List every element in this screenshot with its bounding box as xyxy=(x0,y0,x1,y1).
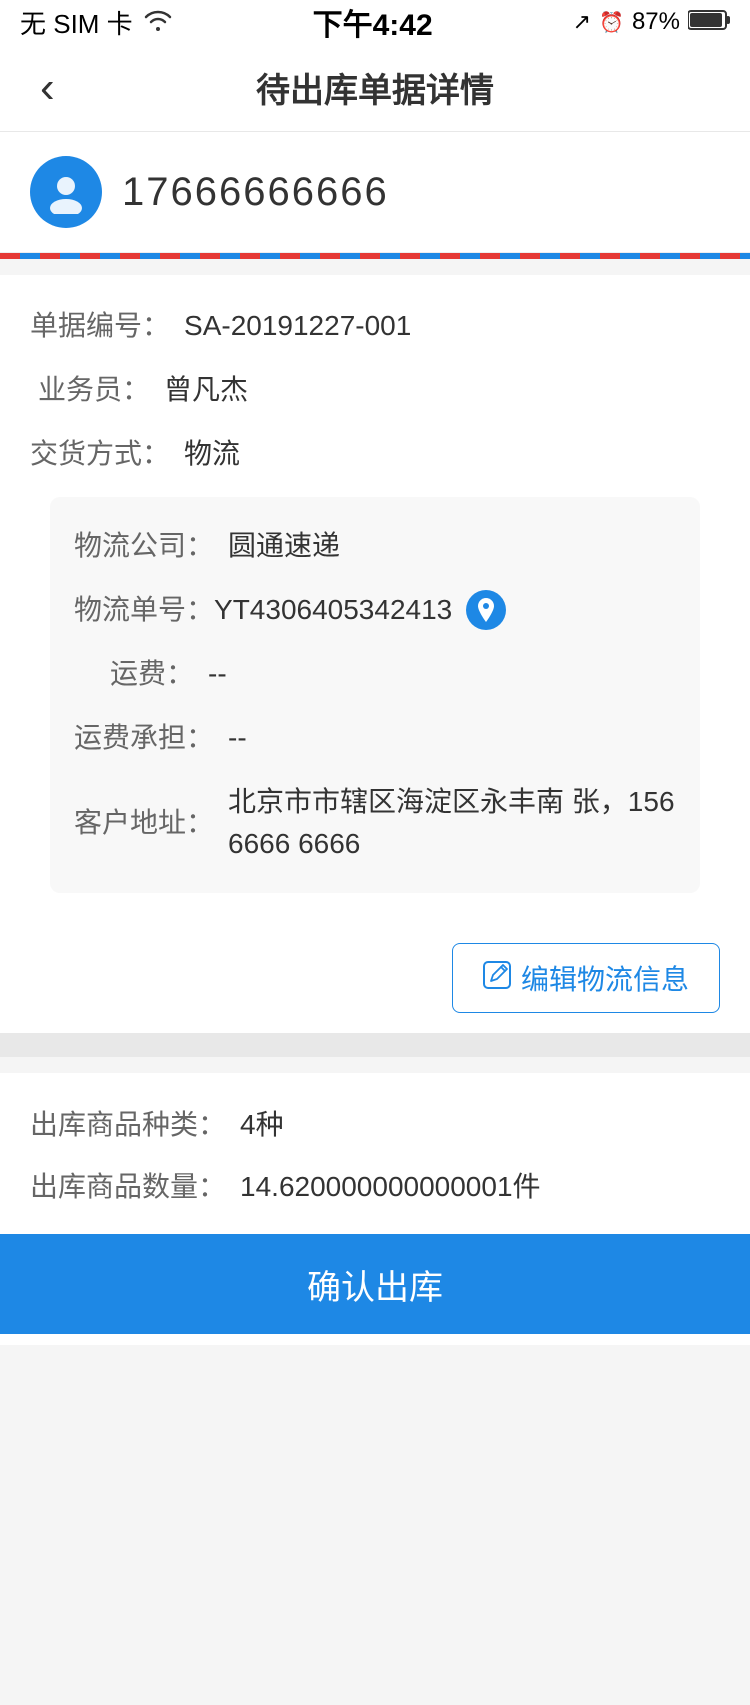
goods-section: 出库商品种类： 4种 出库商品数量： 14.620000000000001件 xyxy=(0,1073,750,1235)
back-button[interactable]: ‹ xyxy=(30,53,65,123)
freight-bear-label: 运费承担： xyxy=(74,717,214,759)
edit-logistics-button[interactable]: 编辑物流信息 xyxy=(452,943,720,1013)
salesman-value: 曾凡杰 xyxy=(164,369,720,411)
address-value: 北京市市辖区海淀区永丰南 张，156 6666 6666 xyxy=(228,781,676,865)
goods-quantity-row: 出库商品数量： 14.620000000000001件 xyxy=(30,1165,720,1205)
freight-bear-value: -- xyxy=(228,717,676,759)
delivery-label: 交货方式： xyxy=(30,433,170,475)
logistics-tracking-label: 物流单号： xyxy=(74,589,214,631)
section-separator xyxy=(0,1041,750,1057)
tracking-row: YT4306405342413 xyxy=(214,589,506,631)
battery-text: 87% xyxy=(632,8,680,36)
confirm-button[interactable]: 确认出库 xyxy=(0,1234,750,1334)
salesman-label: 业务员： xyxy=(30,369,150,411)
dashed-separator xyxy=(0,253,750,259)
salesman-row: 业务员： 曾凡杰 xyxy=(30,369,720,411)
logistics-tracking-value: YT4306405342413 xyxy=(214,589,452,631)
logistics-company-value: 圆通速递 xyxy=(228,525,676,567)
logistics-card: 物流公司： 圆通速递 物流单号： YT4306405342413 运费： xyxy=(50,497,700,893)
status-left: 无 SIM 卡 xyxy=(20,4,173,41)
freight-bear-row: 运费承担： -- xyxy=(74,717,676,759)
freight-label: 运费： xyxy=(74,653,194,695)
status-time: 下午4:42 xyxy=(313,0,433,44)
address-row: 客户地址： 北京市市辖区海淀区永丰南 张，156 6666 6666 xyxy=(74,781,676,865)
document-number-row: 单据编号： SA-20191227-001 xyxy=(30,305,720,347)
location-icon: ↗ xyxy=(573,9,591,35)
document-number-label: 单据编号： xyxy=(30,305,170,347)
freight-value: -- xyxy=(208,653,676,695)
nav-bar: ‹ 待出库单据详情 xyxy=(0,44,750,132)
freight-row: 运费： -- xyxy=(74,653,676,695)
delivery-value: 物流 xyxy=(184,433,720,475)
document-number-value: SA-20191227-001 xyxy=(184,305,720,347)
goods-types-row: 出库商品种类： 4种 xyxy=(30,1103,720,1143)
alarm-icon: ⏰ xyxy=(599,10,624,35)
status-right: ↗ ⏰ 87% xyxy=(573,7,730,38)
empty-area xyxy=(0,1345,750,1605)
logistics-company-row: 物流公司： 圆通速递 xyxy=(74,525,676,567)
location-pin-icon[interactable] xyxy=(466,590,506,630)
edit-button-label: 编辑物流信息 xyxy=(521,958,689,998)
address-label: 客户地址： xyxy=(74,802,214,844)
page-title: 待出库单据详情 xyxy=(256,63,494,112)
battery-icon xyxy=(688,7,730,38)
goods-types-value: 4种 xyxy=(240,1103,284,1143)
edit-button-container: 编辑物流信息 xyxy=(0,923,750,1041)
logistics-company-label: 物流公司： xyxy=(74,525,214,567)
goods-types-label: 出库商品种类： xyxy=(30,1103,226,1143)
user-phone: 17666666666 xyxy=(122,170,389,215)
wifi-icon xyxy=(143,7,173,38)
goods-quantity-label: 出库商品数量： xyxy=(30,1165,226,1205)
status-bar: 无 SIM 卡 下午4:42 ↗ ⏰ 87% xyxy=(0,0,750,44)
document-info-section: 单据编号： SA-20191227-001 业务员： 曾凡杰 交货方式： 物流 … xyxy=(0,275,750,923)
carrier-text: 无 SIM 卡 xyxy=(20,4,133,41)
delivery-row: 交货方式： 物流 xyxy=(30,433,720,475)
confirm-button-label: 确认出库 xyxy=(307,1260,443,1309)
edit-icon xyxy=(483,961,511,996)
logistics-tracking-row: 物流单号： YT4306405342413 xyxy=(74,589,676,631)
main-content: 17666666666 单据编号： SA-20191227-001 业务员： 曾… xyxy=(0,132,750,1705)
avatar xyxy=(30,156,102,228)
user-card: 17666666666 xyxy=(0,132,750,253)
goods-quantity-value: 14.620000000000001件 xyxy=(240,1165,541,1205)
